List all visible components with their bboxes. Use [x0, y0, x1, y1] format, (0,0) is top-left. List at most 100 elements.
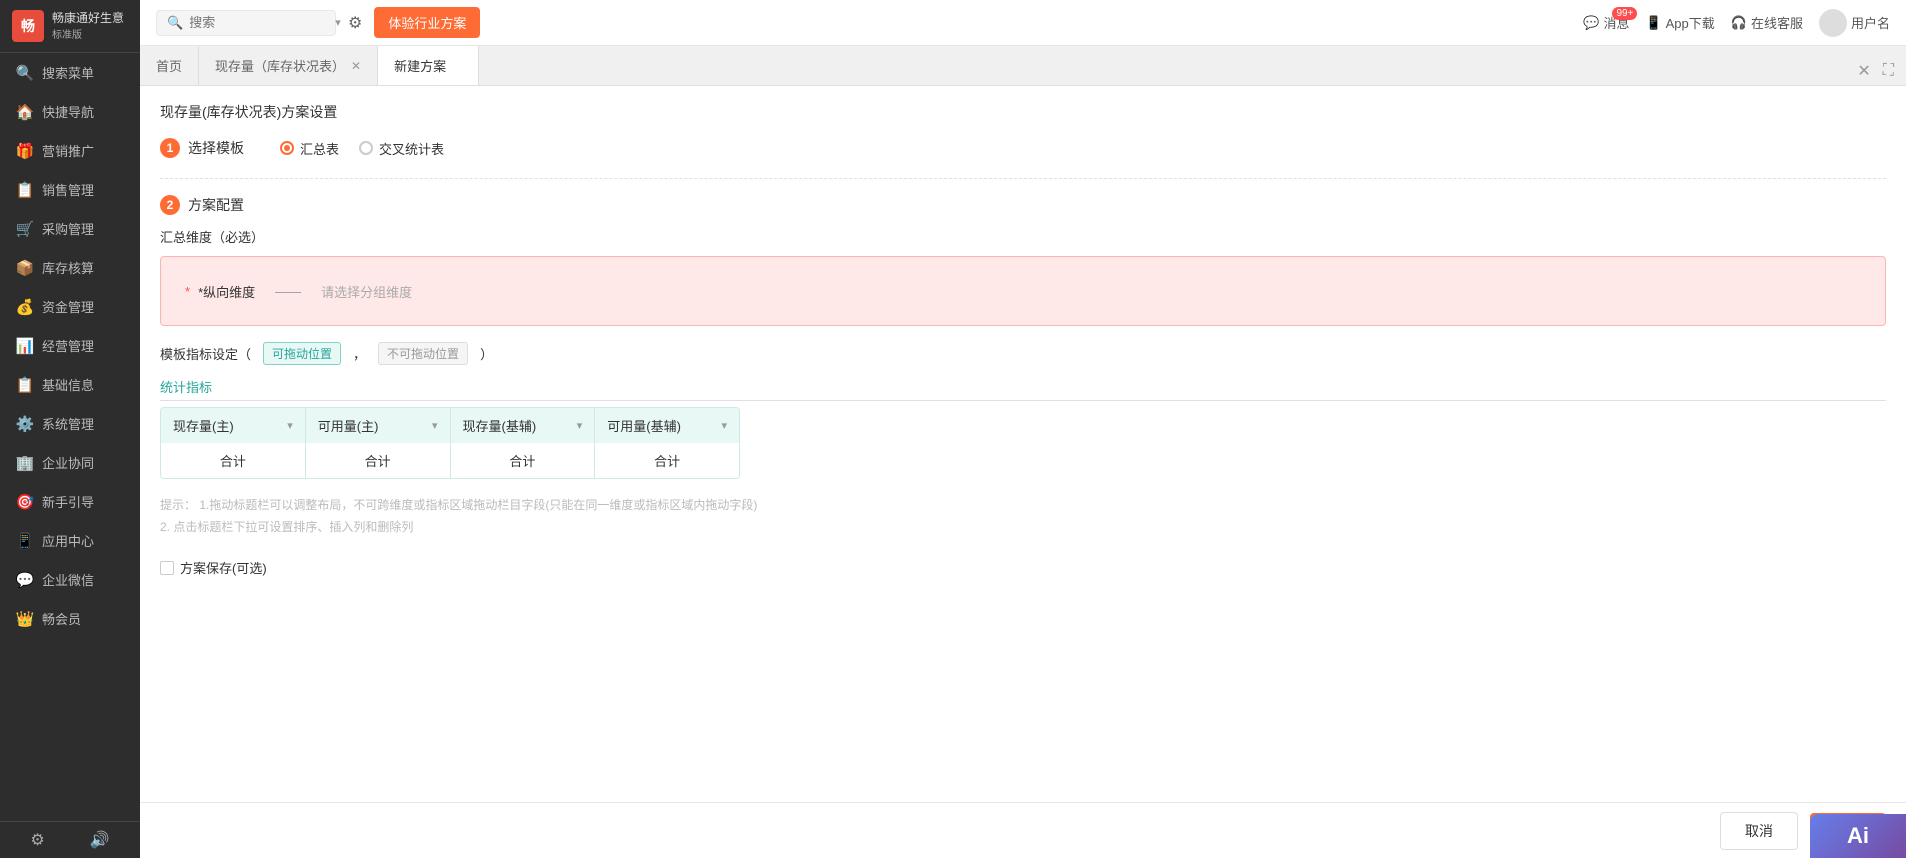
vertical-dim-placeholder[interactable]: 请选择分组维度	[321, 282, 412, 301]
section-1: 1 选择模板 汇总表 交叉统计表	[160, 138, 1886, 158]
tip-label: 提示： 1.拖动标题栏可以调整布局，不可跨维度或指标区域拖动栏目字段(只能在同一…	[160, 495, 1886, 517]
sidebar-item-marketing[interactable]: 🎁 营销推广	[0, 131, 140, 170]
tab-close-icon[interactable]: ✕	[1853, 57, 1874, 85]
section-1-title: 选择模板	[188, 138, 244, 158]
tab-inventory-status[interactable]: 现存量（库存状况表） ✕	[199, 46, 378, 85]
section-2-header: 2 方案配置	[160, 195, 1886, 215]
sidebar-item-label: 销售管理	[42, 180, 94, 199]
radio-summary-label: 汇总表	[300, 139, 339, 158]
finance-icon: 💰	[16, 298, 34, 316]
tab-close-new-plan[interactable]: ✕	[452, 59, 462, 73]
template-options: 汇总表 交叉统计表	[280, 139, 444, 158]
settings-button[interactable]: ⚙	[30, 830, 44, 850]
system-icon: ⚙️	[16, 415, 34, 433]
gear-icon[interactable]: ⚙	[348, 13, 362, 33]
col-2-label: 可用量(主)	[318, 416, 379, 435]
sidebar-item-label: 快捷导航	[42, 102, 94, 121]
ai-badge-text: Ai	[1847, 823, 1869, 849]
col-1-chevron[interactable]: ▾	[287, 419, 293, 432]
indicator-end: ）	[480, 344, 493, 363]
search-icon: 🔍	[167, 15, 183, 31]
tab-new-plan[interactable]: 新建方案 ✕	[378, 46, 479, 85]
search-box[interactable]: 🔍 ▾	[156, 10, 336, 36]
inventory-icon: 📦	[16, 259, 34, 277]
sidebar-item-label: 资金管理	[42, 297, 94, 316]
not-draggable-badge: 不可拖动位置	[378, 342, 468, 365]
dimension-dash: ——	[275, 284, 301, 299]
sidebar-item-system[interactable]: ⚙️ 系统管理	[0, 404, 140, 443]
sidebar-item-newbie[interactable]: 🎯 新手引导	[0, 482, 140, 521]
sidebar-item-inventory[interactable]: 📦 库存核算	[0, 248, 140, 287]
cell-2: 合计	[306, 443, 451, 478]
message-icon: 💬	[1583, 15, 1599, 31]
sidebar-item-label: 营销推广	[42, 141, 94, 160]
dropdown-icon[interactable]: ▾	[335, 16, 341, 29]
purchase-icon: 🛒	[16, 220, 34, 238]
tab-new-plan-label: 新建方案	[394, 56, 446, 75]
avatar	[1819, 9, 1847, 37]
search-menu-icon: 🔍	[16, 64, 34, 82]
radio-crosstab[interactable]: 交叉统计表	[359, 139, 444, 158]
vip-icon: 👑	[16, 610, 34, 628]
tips-header: 提示：	[160, 498, 196, 512]
cell-1: 合计	[161, 443, 306, 478]
indicator-settings-label: 模板指标设定（	[160, 344, 251, 363]
trial-button[interactable]: 体验行业方案	[374, 7, 480, 38]
dimension-required-label: 汇总维度（必选）	[160, 227, 1886, 246]
messages-button[interactable]: 💬 消息 99+	[1583, 13, 1629, 32]
col-2-chevron[interactable]: ▾	[432, 419, 438, 432]
sidebar-item-label: 库存核算	[42, 258, 94, 277]
col-4-chevron[interactable]: ▾	[721, 419, 727, 432]
radio-summary[interactable]: 汇总表	[280, 139, 339, 158]
section-1-header: 1 选择模板 汇总表 交叉统计表	[160, 138, 1886, 158]
stats-title: 统计指标	[160, 377, 1886, 401]
operations-icon: 📊	[16, 337, 34, 355]
cancel-button[interactable]: 取消	[1720, 812, 1798, 850]
tab-home[interactable]: 首页	[140, 46, 199, 85]
sidebar-item-operations[interactable]: 📊 经营管理	[0, 326, 140, 365]
sidebar-item-basic-info[interactable]: 📋 基础信息	[0, 365, 140, 404]
stats-table-body: 合计 合计 合计 合计	[161, 443, 739, 478]
sidebar-item-quick-nav[interactable]: 🏠 快捷导航	[0, 92, 140, 131]
stats-section: 统计指标 现存量(主) ▾ 可用量(主) ▾ 现存量(基辅)	[160, 377, 1886, 479]
gift-icon: 🎁	[16, 142, 34, 160]
sidebar-item-purchase[interactable]: 🛒 采购管理	[0, 209, 140, 248]
col-3-label: 现存量(基辅)	[463, 416, 537, 435]
main-area: 🔍 ▾ ⚙ 体验行业方案 💬 消息 99+ 📱 App下载 🎧 在线客服 用	[140, 0, 1906, 858]
sidebar-item-label: 企业微信	[42, 570, 94, 589]
sidebar-item-app-center[interactable]: 📱 应用中心	[0, 521, 140, 560]
sales-icon: 📋	[16, 181, 34, 199]
ai-badge[interactable]: Ai	[1810, 814, 1906, 858]
brand-name: 畅康通好生意	[52, 11, 124, 27]
sidebar-item-vip[interactable]: 👑 畅会员	[0, 599, 140, 638]
phone-icon: 📱	[1645, 15, 1661, 31]
user-name: 用户名	[1851, 13, 1890, 32]
sidebar-item-search-menu[interactable]: 🔍 搜索菜单	[0, 53, 140, 92]
sidebar-item-finance[interactable]: 💰 资金管理	[0, 287, 140, 326]
sidebar-item-label: 畅会员	[42, 609, 81, 628]
app-download-button[interactable]: 📱 App下载	[1645, 13, 1714, 32]
col-3-header: 现存量(基辅) ▾	[451, 408, 596, 443]
tab-inventory-label: 现存量（库存状况表）	[215, 56, 345, 75]
dimension-box: * *纵向维度 —— 请选择分组维度	[160, 256, 1886, 326]
sidebar-item-enterprise[interactable]: 🏢 企业协同	[0, 443, 140, 482]
draggable-badge: 可拖动位置	[263, 342, 341, 365]
search-input[interactable]	[189, 15, 329, 30]
cell-4: 合计	[595, 443, 739, 478]
basic-info-icon: 📋	[16, 376, 34, 394]
sound-button[interactable]: 🔊	[90, 830, 110, 850]
customer-service-button[interactable]: 🎧 在线客服	[1731, 13, 1803, 32]
user-menu[interactable]: 用户名	[1819, 9, 1890, 37]
save-checkbox[interactable]	[160, 561, 174, 575]
topbar-right: 💬 消息 99+ 📱 App下载 🎧 在线客服 用户名	[1583, 9, 1890, 37]
sidebar-item-sales[interactable]: 📋 销售管理	[0, 170, 140, 209]
tab-expand-icon[interactable]: ⛶	[1879, 58, 1898, 84]
col-3-chevron[interactable]: ▾	[577, 419, 583, 432]
messages-badge: 99+	[1612, 7, 1637, 20]
brand-version: 标准版	[52, 26, 124, 41]
cell-3: 合计	[451, 443, 596, 478]
tab-close-inventory[interactable]: ✕	[351, 59, 361, 73]
sidebar-item-wechat[interactable]: 💬 企业微信	[0, 560, 140, 599]
sidebar-item-label: 企业协同	[42, 453, 94, 472]
headset-icon: 🎧	[1731, 15, 1747, 31]
